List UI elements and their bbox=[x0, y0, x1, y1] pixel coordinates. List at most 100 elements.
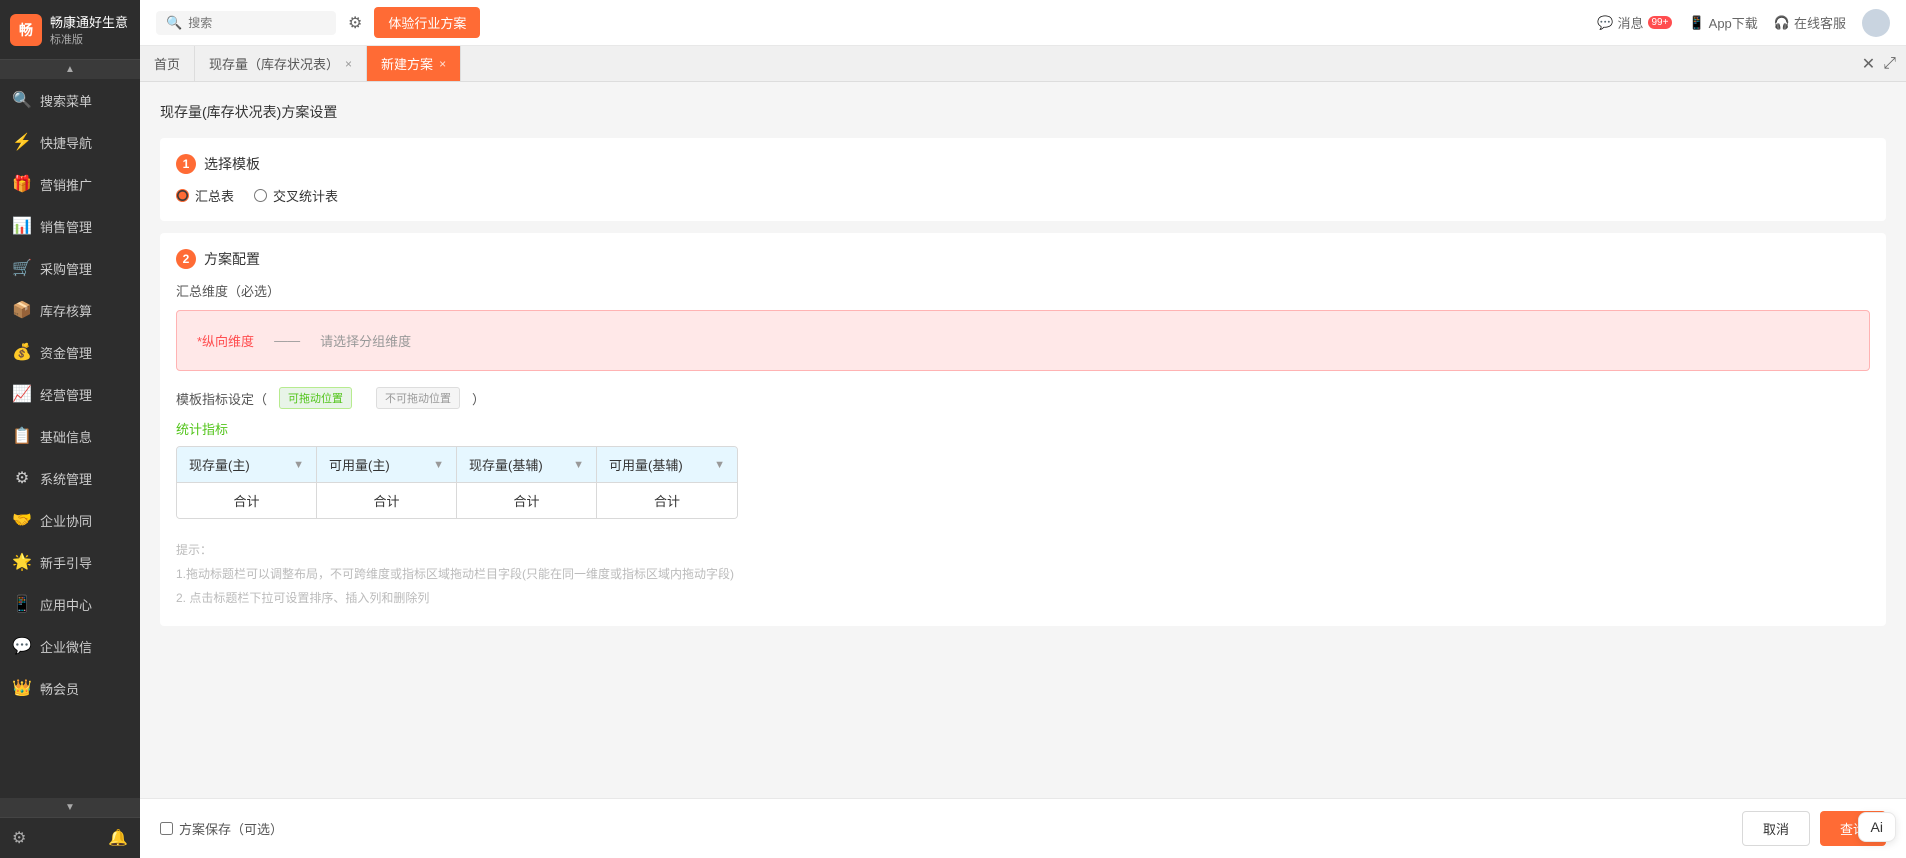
non-movable-tag: 不可拖动位置 bbox=[376, 387, 460, 409]
marketing-icon: 🎁 bbox=[12, 174, 32, 194]
sidebar-label-quick: 快捷导航 bbox=[40, 133, 92, 152]
indicator-title: 模板指标设定（ bbox=[176, 389, 267, 408]
sidebar-label-member: 畅会员 bbox=[40, 679, 79, 698]
sidebar-item-business[interactable]: 📈 经营管理 bbox=[0, 373, 140, 415]
sidebar-item-sales[interactable]: 📊 销售管理 bbox=[0, 205, 140, 247]
collapse-tab-btn[interactable]: ✕ bbox=[1862, 54, 1875, 74]
sidebar-item-enterprise[interactable]: 🤝 企业协同 bbox=[0, 499, 140, 541]
newbie-icon: 🌟 bbox=[12, 552, 32, 572]
message-badge: 99+ bbox=[1648, 16, 1673, 29]
sidebar-bottom: ⚙ 🔔 bbox=[0, 817, 140, 858]
sidebar-item-purchase[interactable]: 🛒 采购管理 bbox=[0, 247, 140, 289]
indicator-close-paren: ） bbox=[472, 389, 485, 408]
step1-label: 1 选择模板 bbox=[176, 154, 1870, 174]
settings-icon[interactable]: ⚙ bbox=[12, 828, 26, 848]
scroll-up-btn[interactable]: ▲ bbox=[0, 60, 140, 79]
step2-title: 方案配置 bbox=[204, 249, 260, 269]
sidebar-label-purchase: 采购管理 bbox=[40, 259, 92, 278]
tab-close-inventory[interactable]: × bbox=[345, 57, 352, 71]
trial-button[interactable]: 体验行业方案 bbox=[374, 7, 480, 38]
inventory-icon: 📦 bbox=[12, 300, 32, 320]
tab-close-new[interactable]: × bbox=[439, 57, 446, 71]
sidebar-item-quick-nav[interactable]: ⚡ 快捷导航 bbox=[0, 121, 140, 163]
content-area: 现存量(库存状况表)方案设置 1 选择模板 汇总表 交叉统计表 2 bbox=[140, 82, 1906, 798]
stats-cell-1: 合计 bbox=[317, 483, 457, 518]
save-option[interactable]: 方案保存（可选） bbox=[160, 819, 283, 838]
radio-cross-input[interactable] bbox=[254, 189, 267, 202]
sidebar-item-finance[interactable]: 💰 资金管理 bbox=[0, 331, 140, 373]
sound-icon[interactable]: 🔔 bbox=[108, 828, 128, 848]
dimension-required-label: *纵向维度 bbox=[197, 331, 254, 350]
stats-col-1[interactable]: 可用量(主) ▼ bbox=[317, 447, 457, 482]
tabs-actions: ✕ ⤢ bbox=[1862, 54, 1906, 74]
step1-title: 选择模板 bbox=[204, 154, 260, 174]
wechat-icon: 💬 bbox=[12, 636, 32, 656]
topbar-right: 💬 消息 99+ 📱 App下载 🎧 在线客服 bbox=[1597, 9, 1890, 37]
search-menu-icon: 🔍 bbox=[12, 90, 32, 110]
step1-card: 1 选择模板 汇总表 交叉统计表 bbox=[160, 138, 1886, 221]
cancel-button[interactable]: 取消 bbox=[1742, 811, 1810, 846]
tab-new-plan[interactable]: 新建方案 × bbox=[367, 46, 461, 81]
system-icon: ⚙ bbox=[12, 468, 32, 488]
search-box[interactable]: 🔍 bbox=[156, 11, 336, 35]
movable-tag: 可拖动位置 bbox=[279, 387, 352, 409]
topbar: 🔍 ⚙ 体验行业方案 💬 消息 99+ 📱 App下载 🎧 在线客服 bbox=[140, 0, 1906, 46]
enterprise-icon: 🤝 bbox=[12, 510, 32, 530]
logo-text: 畅康通好生意 标准版 bbox=[50, 12, 128, 47]
sidebar-label-finance: 资金管理 bbox=[40, 343, 92, 362]
sidebar-nav: 🔍 搜索菜单 ⚡ 快捷导航 🎁 营销推广 📊 销售管理 🛒 采购管理 📦 库存核… bbox=[0, 79, 140, 798]
save-checkbox[interactable] bbox=[160, 822, 173, 835]
sidebar-label-basic: 基础信息 bbox=[40, 427, 92, 446]
sidebar-item-member[interactable]: 👑 畅会员 bbox=[0, 667, 140, 709]
tip-item-0: 1.拖动标题栏可以调整布局，不可跨维度或指标区域拖动栏目字段(只能在同一维度或指… bbox=[176, 562, 1870, 586]
stats-table-header: 现存量(主) ▼ 可用量(主) ▼ 现存量(基辅) ▼ 可用量(基辅) bbox=[177, 447, 737, 482]
sidebar: 畅 畅康通好生意 标准版 ▲ 🔍 搜索菜单 ⚡ 快捷导航 🎁 营销推广 📊 销售… bbox=[0, 0, 140, 858]
col-chevron-2: ▼ bbox=[573, 459, 584, 471]
radio-summary-input[interactable] bbox=[176, 189, 189, 202]
ai-button[interactable]: Ai bbox=[1858, 812, 1896, 842]
sidebar-item-wechat[interactable]: 💬 企业微信 bbox=[0, 625, 140, 667]
stats-col-3[interactable]: 可用量(基辅) ▼ bbox=[597, 447, 737, 482]
sidebar-item-inventory[interactable]: 📦 库存核算 bbox=[0, 289, 140, 331]
sidebar-item-system[interactable]: ⚙ 系统管理 bbox=[0, 457, 140, 499]
bottom-bar: 方案保存（可选） 取消 查询 bbox=[140, 798, 1906, 858]
radio-cross[interactable]: 交叉统计表 bbox=[254, 186, 338, 205]
settings-gear-icon[interactable]: ⚙ bbox=[348, 13, 362, 33]
dimension-arrow: —— bbox=[274, 333, 300, 348]
service-btn[interactable]: 🎧 在线客服 bbox=[1774, 13, 1846, 32]
basic-icon: 📋 bbox=[12, 426, 32, 446]
scroll-down-btn[interactable]: ▼ bbox=[0, 798, 140, 817]
sidebar-item-appstore[interactable]: 📱 应用中心 bbox=[0, 583, 140, 625]
tab-inventory-status[interactable]: 现存量（库存状况表） × bbox=[195, 46, 367, 81]
dimension-box[interactable]: *纵向维度 —— 请选择分组维度 bbox=[176, 310, 1870, 371]
tab-home[interactable]: 首页 bbox=[140, 46, 195, 81]
step2-num: 2 bbox=[176, 249, 196, 269]
search-input[interactable] bbox=[188, 16, 308, 30]
stats-col-0[interactable]: 现存量(主) ▼ bbox=[177, 447, 317, 482]
sidebar-item-newbie[interactable]: 🌟 新手引导 bbox=[0, 541, 140, 583]
stats-table-row: 合计 合计 合计 合计 bbox=[177, 482, 737, 518]
expand-tab-btn[interactable]: ⤢ bbox=[1883, 55, 1896, 73]
appstore-icon: 📱 bbox=[12, 594, 32, 614]
message-icon: 💬 bbox=[1597, 15, 1613, 31]
phone-icon: 📱 bbox=[1688, 15, 1704, 31]
step1-num: 1 bbox=[176, 154, 196, 174]
message-btn[interactable]: 💬 消息 99+ bbox=[1597, 13, 1672, 32]
sidebar-label-sales: 销售管理 bbox=[40, 217, 92, 236]
step2-label: 2 方案配置 bbox=[176, 249, 1870, 269]
sidebar-label-search: 搜索菜单 bbox=[40, 91, 92, 110]
stats-col-2[interactable]: 现存量(基辅) ▼ bbox=[457, 447, 597, 482]
sidebar-label-appstore: 应用中心 bbox=[40, 595, 92, 614]
sidebar-label-system: 系统管理 bbox=[40, 469, 92, 488]
sidebar-item-search-menu[interactable]: 🔍 搜索菜单 bbox=[0, 79, 140, 121]
radio-summary[interactable]: 汇总表 bbox=[176, 186, 234, 205]
sidebar-label-wechat: 企业微信 bbox=[40, 637, 92, 656]
step2-card: 2 方案配置 汇总维度（必选） *纵向维度 —— 请选择分组维度 模板指标设定（… bbox=[160, 233, 1886, 626]
app-download-btn[interactable]: 📱 App下载 bbox=[1688, 13, 1757, 32]
sidebar-item-basic[interactable]: 📋 基础信息 bbox=[0, 415, 140, 457]
user-avatar[interactable] bbox=[1862, 9, 1890, 37]
sidebar-label-newbie: 新手引导 bbox=[40, 553, 92, 572]
stats-cell-0: 合计 bbox=[177, 483, 317, 518]
stats-cell-2: 合计 bbox=[457, 483, 597, 518]
sidebar-item-marketing[interactable]: 🎁 营销推广 bbox=[0, 163, 140, 205]
